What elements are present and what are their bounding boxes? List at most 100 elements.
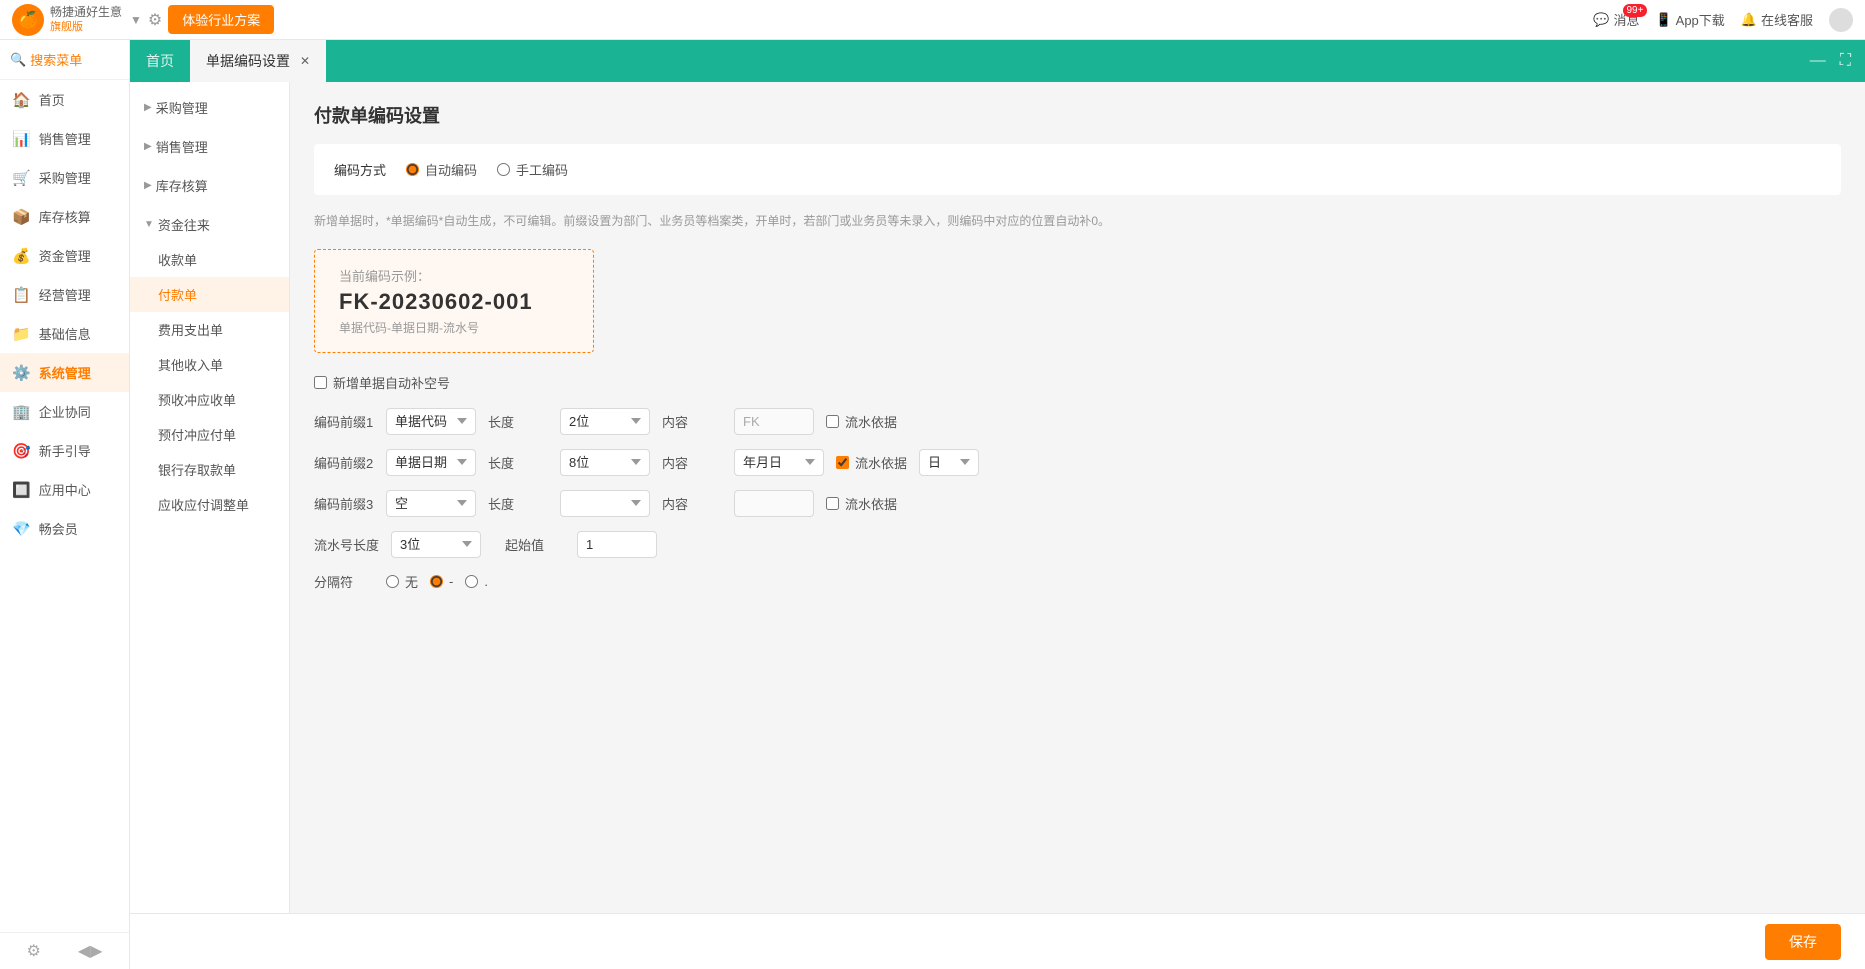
prefix1-length-select[interactable]: 2位 3位 4位 (560, 408, 650, 435)
sidebar-item-system[interactable]: ⚙️ 系统管理 (0, 353, 129, 392)
prefix3-select[interactable]: 空 部门 业务员 (386, 490, 476, 517)
sep-dot-label[interactable]: . (465, 574, 488, 589)
enterprise-icon: 🏢 (12, 403, 31, 421)
sec-group-finance-title[interactable]: ▼ 资金往来 (130, 207, 289, 242)
basic-icon: 📁 (12, 325, 31, 343)
online-service-button[interactable]: 🔔 在线客服 (1741, 10, 1813, 29)
sales-icon: 📊 (12, 130, 31, 148)
sidebar-item-home[interactable]: 🏠 首页 (0, 80, 129, 119)
tab-minimize-icon[interactable]: — (1804, 48, 1832, 74)
preview-desc: 单据代码-单据日期-流水号 (339, 319, 569, 336)
serial-length-label: 流水号长度 (314, 535, 379, 554)
prefix2-content-select[interactable]: 年月日 年月 年 (734, 449, 824, 476)
sec-group-sales-title[interactable]: ▶ 销售管理 (130, 129, 289, 164)
tabbar-actions: — ⛶ (1804, 48, 1865, 74)
manual-encoding-label[interactable]: 手工编码 (497, 160, 568, 179)
topbar-dropdown-arrow[interactable]: ▼ (130, 13, 142, 27)
sidebar-item-operations[interactable]: 📋 经营管理 (0, 275, 129, 314)
purchase-icon: 🛒 (12, 169, 31, 187)
tab-maximize-icon[interactable]: ⛶ (1834, 48, 1857, 74)
finance-icon: 💰 (12, 247, 31, 265)
prefix3-water-label: 流水依据 (845, 494, 897, 513)
settings-bottom-icon[interactable]: ⚙ (27, 941, 41, 961)
sec-item-other-income[interactable]: 其他收入单 (130, 347, 289, 382)
sidebar-item-enterprise[interactable]: 🏢 企业协同 (0, 392, 129, 431)
sec-item-receipt[interactable]: 收款单 (130, 242, 289, 277)
prefix1-content-label: 内容 (662, 412, 722, 431)
chevron-right-icon: ▶ (144, 102, 152, 113)
prefix1-water-checkbox[interactable] (826, 415, 839, 428)
prefix3-water-checkbox[interactable] (826, 497, 839, 510)
inventory-icon: 📦 (12, 208, 31, 226)
prefix2-length-select[interactable]: 8位 6位 4位 (560, 449, 650, 476)
sep-none-radio[interactable] (386, 575, 399, 588)
sec-group-inventory-title[interactable]: ▶ 库存核算 (130, 168, 289, 203)
collapse-icon[interactable]: ◀▶ (78, 941, 103, 961)
trial-button[interactable]: 体验行业方案 (168, 5, 274, 34)
page-title: 付款单编码设置 (314, 102, 1841, 128)
sidebar-item-basic[interactable]: 📁 基础信息 (0, 314, 129, 353)
message-button[interactable]: 💬 消息 99+ (1593, 10, 1639, 29)
sec-item-bank-deposit[interactable]: 银行存取款单 (130, 452, 289, 487)
prefix3-content-label: 内容 (662, 494, 722, 513)
app-download-button[interactable]: 📱 App下载 (1655, 10, 1724, 29)
message-badge: 99+ (1623, 4, 1648, 17)
sidebar-item-apps[interactable]: 🔲 应用中心 (0, 470, 129, 509)
sidebar: 🔍 搜索菜单 🏠 首页 📊 销售管理 🛒 采购管理 📦 库存核算 💰 资金管理 … (0, 40, 130, 969)
prefix3-length-label: 长度 (488, 494, 548, 513)
prefix3-content-input (734, 490, 814, 517)
preview-label: 当前编码示例： (339, 266, 569, 285)
sep-dash-radio[interactable] (430, 575, 443, 588)
tab-encoding[interactable]: 单据编码设置 ✕ (190, 40, 326, 82)
auto-fill-row: 新增单据自动补空号 (314, 373, 1841, 392)
sidebar-item-sales[interactable]: 📊 销售管理 (0, 119, 129, 158)
sidebar-item-guide[interactable]: 🎯 新手引导 (0, 431, 129, 470)
sidebar-search[interactable]: 🔍 搜索菜单 (0, 40, 129, 80)
download-icon: 📱 (1655, 12, 1671, 28)
tab-home[interactable]: 首页 (130, 40, 190, 82)
prefix2-content-label: 内容 (662, 453, 722, 472)
member-icon: 💎 (12, 520, 31, 538)
chevron-down-icon: ▼ (144, 219, 154, 230)
sec-item-advance-receipt[interactable]: 预收冲应收单 (130, 382, 289, 417)
sidebar-item-inventory[interactable]: 📦 库存核算 (0, 197, 129, 236)
prefix2-day-select[interactable]: 日 月 年 (919, 449, 979, 476)
prefix1-select[interactable]: 单据代码 部门 业务员 (386, 408, 476, 435)
auto-encoding-label[interactable]: 自动编码 (406, 160, 477, 179)
prefix1-content-input (734, 408, 814, 435)
sep-dot-radio[interactable] (465, 575, 478, 588)
prefix2-water-checkbox[interactable] (836, 456, 849, 469)
start-value-input[interactable] (577, 531, 657, 558)
prefix3-water-check: 流水依据 (826, 494, 897, 513)
sec-item-advance-payment[interactable]: 预付冲应付单 (130, 417, 289, 452)
separator-row: 分隔符 无 - . (314, 572, 1841, 591)
user-avatar[interactable] (1829, 8, 1853, 32)
sec-item-payment[interactable]: 付款单 (130, 277, 289, 312)
serial-length-select[interactable]: 3位 4位 5位 (391, 531, 481, 558)
preview-box: 当前编码示例： FK-20230602-001 单据代码-单据日期-流水号 (314, 249, 594, 353)
tab-close-icon[interactable]: ✕ (300, 54, 310, 68)
sec-item-receivable-adjust[interactable]: 应收应付调整单 (130, 487, 289, 522)
sec-group-purchase-title[interactable]: ▶ 采购管理 (130, 90, 289, 125)
sep-none-label[interactable]: 无 (386, 572, 418, 591)
auto-encoding-radio[interactable] (406, 163, 419, 176)
sidebar-item-purchase[interactable]: 🛒 采购管理 (0, 158, 129, 197)
operations-icon: 📋 (12, 286, 31, 304)
sec-item-expense[interactable]: 费用支出单 (130, 312, 289, 347)
sec-group-finance: ▼ 资金往来 收款单 付款单 费用支出单 其他收入单 预收冲应收单 预付冲应付单… (130, 207, 289, 522)
prefix2-label: 编码前缀2 (314, 453, 374, 472)
prefix2-select[interactable]: 单据日期 部门 (386, 449, 476, 476)
guide-icon: 🎯 (12, 442, 31, 460)
sidebar-item-member[interactable]: 💎 畅会员 (0, 509, 129, 548)
logo: 🍊 畅捷通好生意 旗舰版 (12, 4, 122, 36)
prefix2-water-label: 流水依据 (855, 453, 907, 472)
bottom-bar: 保存 (130, 913, 1865, 969)
manual-encoding-radio[interactable] (497, 163, 510, 176)
sep-dash-label[interactable]: - (430, 574, 453, 589)
sidebar-item-finance[interactable]: 💰 资金管理 (0, 236, 129, 275)
topbar: 🍊 畅捷通好生意 旗舰版 ▼ ⚙ 体验行业方案 💬 消息 99+ 📱 App下载… (0, 0, 1865, 40)
auto-fill-checkbox[interactable] (314, 376, 327, 389)
topbar-settings-icon[interactable]: ⚙ (148, 10, 162, 30)
prefix3-length-select[interactable] (560, 490, 650, 517)
save-button[interactable]: 保存 (1765, 924, 1841, 960)
